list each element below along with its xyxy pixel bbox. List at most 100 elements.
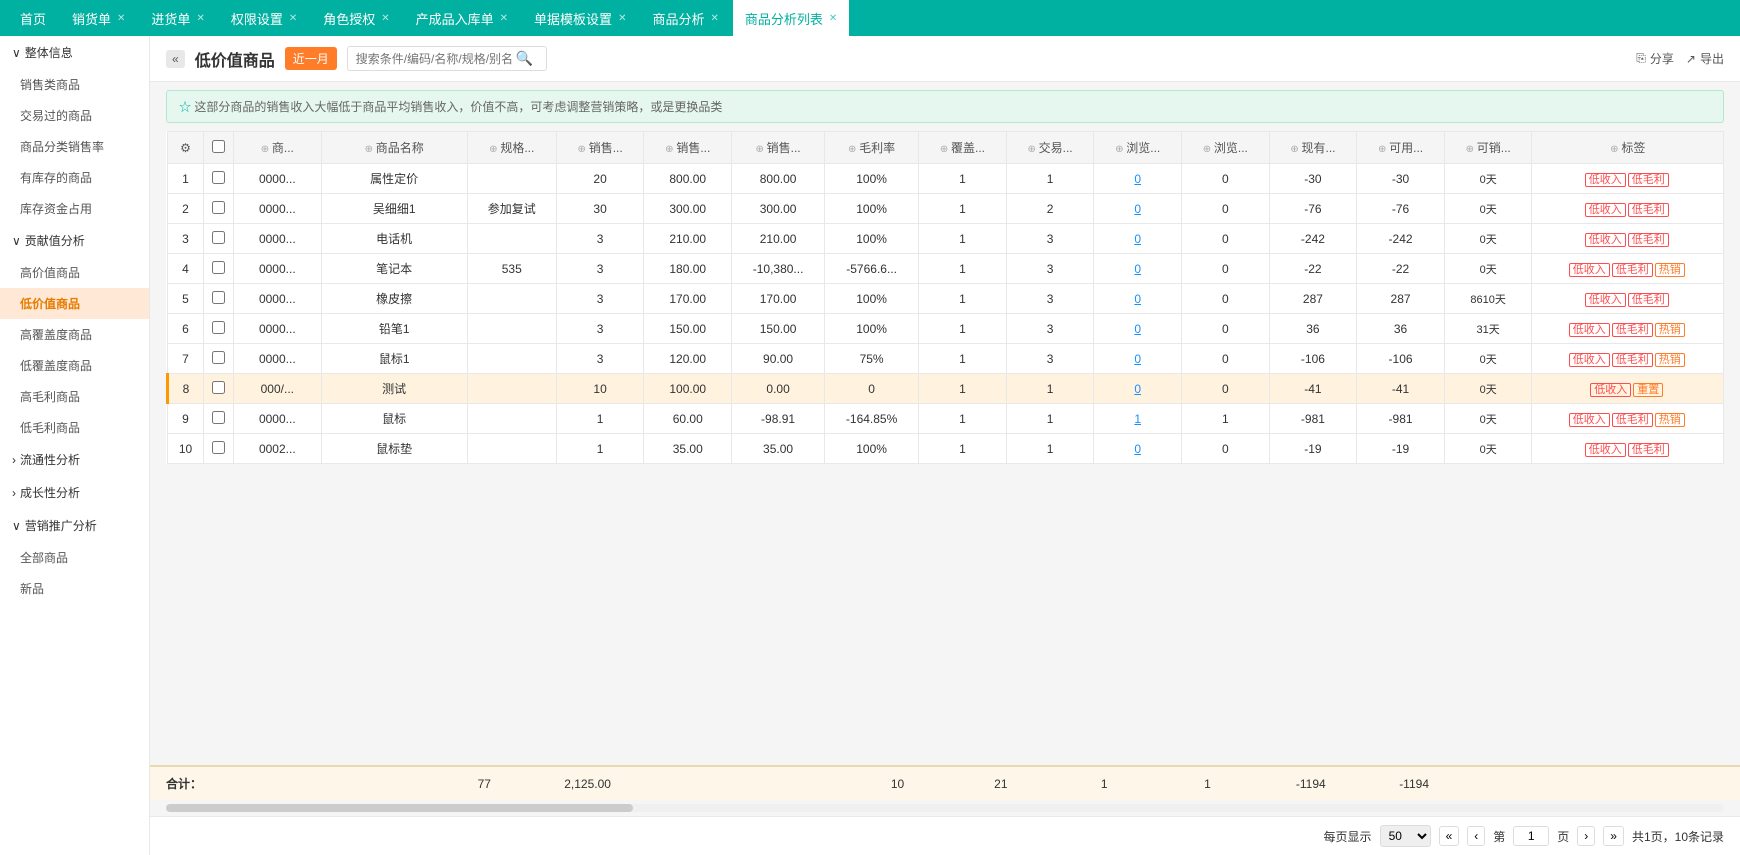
sidebar-item-high-value[interactable]: 高价值商品 <box>0 257 149 288</box>
row-checkbox[interactable] <box>212 171 225 184</box>
row-checkbox-cell[interactable] <box>204 434 234 464</box>
settings-icon[interactable]: ⚙ <box>180 141 191 155</box>
nav-item-sales[interactable]: 销货单✕ <box>60 0 137 36</box>
filter-recent-month-button[interactable]: 近一月 <box>285 47 337 70</box>
view1-link[interactable]: 0 <box>1134 202 1141 216</box>
col-trade[interactable]: 交易... <box>1006 132 1094 164</box>
view-count-1[interactable]: 0 <box>1094 314 1182 344</box>
nav-item-template[interactable]: 单据模板设置✕ <box>522 0 638 36</box>
col-sale-qty[interactable]: 销售... <box>556 132 644 164</box>
search-icon[interactable]: 🔍 <box>516 50 533 67</box>
row-checkbox-cell[interactable] <box>204 284 234 314</box>
col-code[interactable]: 商... <box>234 132 322 164</box>
view-count-1[interactable]: 0 <box>1094 224 1182 254</box>
view-count-1[interactable]: 0 <box>1094 164 1182 194</box>
share-button[interactable]: ⎘ 分享 <box>1636 50 1674 67</box>
row-checkbox[interactable] <box>212 201 225 214</box>
col-view2[interactable]: 浏览... <box>1181 132 1269 164</box>
next-page-button[interactable]: › <box>1577 826 1595 846</box>
col-spec[interactable]: 规格... <box>467 132 556 164</box>
sidebar-section-flow[interactable]: › 流通性分析 <box>0 443 149 476</box>
sidebar-item-new-goods[interactable]: 新品 <box>0 573 149 604</box>
nav-item-analysis[interactable]: 商品分析✕ <box>640 0 730 36</box>
sidebar-item-low-margin[interactable]: 低毛利商品 <box>0 412 149 443</box>
row-checkbox-cell[interactable] <box>204 344 234 374</box>
page-number-input[interactable] <box>1513 826 1549 846</box>
nav-item-purchase[interactable]: 进货单✕ <box>139 0 216 36</box>
view1-link[interactable]: 0 <box>1134 172 1141 186</box>
view1-link[interactable]: 0 <box>1134 352 1141 366</box>
sidebar-section-growth[interactable]: › 成长性分析 <box>0 476 149 509</box>
nav-item-analysis-list[interactable]: 商品分析列表✕ <box>733 0 849 36</box>
sidebar-section-overall[interactable]: ∨ 整体信息 <box>0 36 149 69</box>
sidebar-item-stock-capital[interactable]: 库存资金占用 <box>0 193 149 224</box>
row-checkbox-cell[interactable] <box>204 404 234 434</box>
col-coverage[interactable]: 覆盖... <box>919 132 1007 164</box>
row-checkbox-cell[interactable] <box>204 224 234 254</box>
nav-item-home[interactable]: 首页 <box>8 0 58 36</box>
col-gross-rate[interactable]: 毛利率 <box>825 132 919 164</box>
settings-column-header[interactable]: ⚙ <box>168 132 204 164</box>
scrollbar-thumb[interactable] <box>166 804 633 812</box>
view-count-1[interactable]: 0 <box>1094 434 1182 464</box>
col-sellable-days[interactable]: 可销... <box>1444 132 1532 164</box>
col-current-stock[interactable]: 现有... <box>1269 132 1357 164</box>
sidebar-section-contribution[interactable]: ∨ 贡献值分析 <box>0 224 149 257</box>
sidebar-item-category-sales[interactable]: 商品分类销售率 <box>0 131 149 162</box>
view-count-1[interactable]: 0 <box>1094 374 1182 404</box>
page-size-select[interactable]: 50 100 <box>1380 825 1431 847</box>
view1-link[interactable]: 0 <box>1134 322 1141 336</box>
sidebar-item-traded-goods[interactable]: 交易过的商品 <box>0 100 149 131</box>
nav-item-permissions[interactable]: 权限设置✕ <box>219 0 309 36</box>
last-page-button[interactable]: » <box>1603 826 1624 846</box>
view-count-1[interactable]: 0 <box>1094 344 1182 374</box>
first-page-button[interactable]: « <box>1439 826 1460 846</box>
row-checkbox-cell[interactable] <box>204 314 234 344</box>
row-checkbox-cell[interactable] <box>204 374 234 404</box>
row-checkbox[interactable] <box>212 351 225 364</box>
select-all-checkbox[interactable] <box>212 140 225 153</box>
view-count-1[interactable]: 0 <box>1094 284 1182 314</box>
nav-item-production[interactable]: 产成品入库单✕ <box>404 0 520 36</box>
row-checkbox-cell[interactable] <box>204 254 234 284</box>
col-sale-amount[interactable]: 销售... <box>732 132 825 164</box>
row-checkbox[interactable] <box>212 381 225 394</box>
row-checkbox[interactable] <box>212 231 225 244</box>
nav-item-role-auth[interactable]: 角色授权✕ <box>311 0 401 36</box>
sidebar-item-all-goods[interactable]: 全部商品 <box>0 542 149 573</box>
sidebar-collapse-button[interactable]: « <box>166 50 185 68</box>
view1-link[interactable]: 1 <box>1134 412 1141 426</box>
sidebar-item-stock-goods[interactable]: 有库存的商品 <box>0 162 149 193</box>
prev-page-button[interactable]: ‹ <box>1467 826 1485 846</box>
view1-link[interactable]: 0 <box>1134 292 1141 306</box>
horizontal-scrollbar[interactable] <box>166 804 1724 812</box>
col-name[interactable]: 商品名称 <box>321 132 467 164</box>
view1-link[interactable]: 0 <box>1134 442 1141 456</box>
sidebar-section-marketing[interactable]: ∨ 营销推广分析 <box>0 509 149 542</box>
view1-link[interactable]: 0 <box>1134 232 1141 246</box>
row-checkbox-cell[interactable] <box>204 194 234 224</box>
view1-link[interactable]: 0 <box>1134 382 1141 396</box>
sidebar-item-low-value[interactable]: 低价值商品 <box>0 288 149 319</box>
row-checkbox[interactable] <box>212 291 225 304</box>
row-checkbox[interactable] <box>212 261 225 274</box>
search-input[interactable] <box>356 52 516 66</box>
col-available-stock[interactable]: 可用... <box>1357 132 1445 164</box>
row-checkbox-cell[interactable] <box>204 164 234 194</box>
checkbox-column-header[interactable] <box>204 132 234 164</box>
sidebar-item-low-coverage[interactable]: 低覆盖度商品 <box>0 350 149 381</box>
col-sale-price[interactable]: 销售... <box>644 132 732 164</box>
view-count-1[interactable]: 0 <box>1094 194 1182 224</box>
row-checkbox[interactable] <box>212 411 225 424</box>
col-tag[interactable]: 标签 <box>1532 132 1724 164</box>
export-button[interactable]: ↗ 导出 <box>1686 50 1724 67</box>
row-checkbox[interactable] <box>212 441 225 454</box>
row-checkbox[interactable] <box>212 321 225 334</box>
view-count-1[interactable]: 1 <box>1094 404 1182 434</box>
col-view1[interactable]: 浏览... <box>1094 132 1182 164</box>
view-count-1[interactable]: 0 <box>1094 254 1182 284</box>
sidebar-item-sales-goods[interactable]: 销售类商品 <box>0 69 149 100</box>
sidebar-item-high-margin[interactable]: 高毛利商品 <box>0 381 149 412</box>
sidebar-item-high-coverage[interactable]: 高覆盖度商品 <box>0 319 149 350</box>
view1-link[interactable]: 0 <box>1134 262 1141 276</box>
